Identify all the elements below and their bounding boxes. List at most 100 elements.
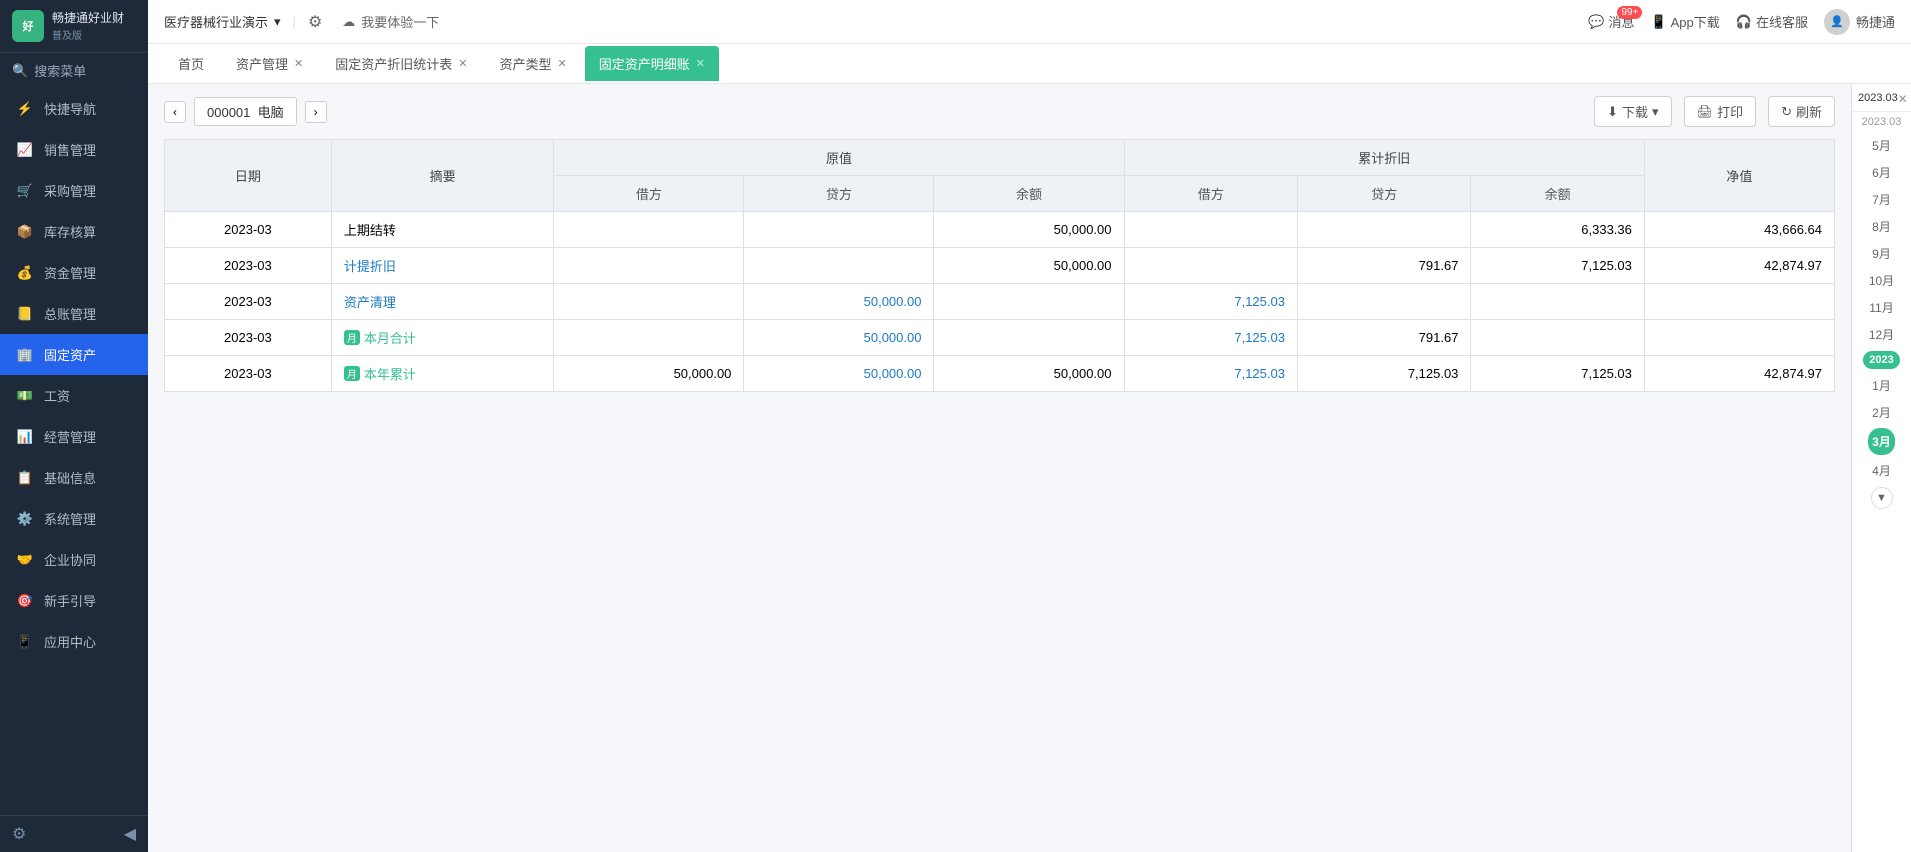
cell-orig-balance: 50,000.00: [934, 212, 1124, 248]
sidebar-item-ledger[interactable]: 📒 总账管理: [0, 293, 148, 334]
timeline-month-3-active[interactable]: 3月: [1868, 428, 1895, 455]
service-icon: 🎧: [1736, 14, 1752, 30]
cell-net-value: 42,874.97: [1644, 356, 1834, 392]
cell-orig-debit: 50,000.00: [554, 356, 744, 392]
collapse-icon[interactable]: ◀: [124, 824, 136, 844]
fixed-assets-icon: 🏢: [16, 346, 34, 364]
cell-net-value: [1644, 320, 1834, 356]
timeline-month-6[interactable]: 6月: [1852, 159, 1911, 186]
tab-close-asset-type[interactable]: ✕: [558, 57, 567, 70]
sidebar-item-basic-info[interactable]: 📋 基础信息: [0, 457, 148, 498]
tab-close-depreciation-stats[interactable]: ✕: [458, 57, 467, 70]
user-profile[interactable]: 👤 畅捷通: [1824, 9, 1895, 35]
timeline-month-7[interactable]: 7月: [1852, 186, 1911, 213]
sidebar-item-app-center[interactable]: 📱 应用中心: [0, 621, 148, 662]
timeline-panel: 2023.03 ✕ ⤢ 2023.03 5月 6月 7月 8月 9月 10月 1…: [1851, 84, 1911, 852]
year-2023-header: 2023.03: [1862, 112, 1902, 132]
sidebar: 好 畅捷通好业财 普及版 🔍 搜索菜单 ⚡ 快捷导航 📈 销售管理 🛒 采购管理…: [0, 0, 148, 852]
app-download-btn[interactable]: 📱 App下载: [1650, 12, 1719, 31]
timeline-month-8[interactable]: 8月: [1852, 213, 1911, 240]
timeline-month-10[interactable]: 10月: [1852, 267, 1911, 294]
refresh-icon: ↻: [1781, 104, 1792, 120]
quick-nav-icon: ⚡: [16, 100, 34, 118]
sidebar-item-cooperation[interactable]: 🤝 企业协同: [0, 539, 148, 580]
timeline-scroll-down[interactable]: ▼: [1871, 487, 1893, 509]
tab-home[interactable]: 首页: [164, 46, 218, 81]
asset-prev-btn[interactable]: ‹: [164, 101, 186, 123]
cell-orig-credit: 50,000.00: [744, 356, 934, 392]
print-btn[interactable]: 🖨 打印: [1684, 96, 1757, 127]
cell-accum-credit: 7,125.03: [1297, 356, 1470, 392]
table-row: 2023-03 计提折旧 50,000.00 791.67 7,125.03 4…: [165, 248, 1835, 284]
cell-summary: 月本年累计: [331, 356, 554, 392]
cooperation-icon: 🤝: [16, 551, 34, 569]
cell-summary: 资产清理: [331, 284, 554, 320]
experience-btn[interactable]: ☁ 我要体验一下: [342, 12, 439, 31]
download-btn[interactable]: ⬇ 下载 ▾: [1594, 96, 1671, 127]
company-name: 医疗器械行业演示: [164, 12, 268, 31]
cell-accum-credit: [1297, 284, 1470, 320]
cell-date: 2023-03: [165, 212, 332, 248]
col-summary: 摘要: [331, 140, 554, 212]
message-badge[interactable]: 💬 消息 99+: [1588, 12, 1634, 31]
topbar: 医疗器械行业演示 ▾ | ⚙ ☁ 我要体验一下 💬 消息 99+ 📱 App下载…: [148, 0, 1911, 44]
cell-accum-balance: 6,333.36: [1471, 212, 1644, 248]
sidebar-item-guide[interactable]: 🎯 新手引导: [0, 580, 148, 621]
col-orig-balance: 余额: [934, 176, 1124, 212]
customer-service-btn[interactable]: 🎧 在线客服: [1736, 12, 1808, 31]
print-icon: 🖨: [1697, 104, 1714, 120]
timeline-header: 2023.03: [1858, 92, 1898, 107]
timeline-month-11[interactable]: 11月: [1852, 294, 1911, 321]
tab-close-asset-mgmt[interactable]: ✕: [294, 57, 303, 70]
tab-asset-detail[interactable]: 固定资产明细账 ✕: [585, 46, 719, 81]
sidebar-item-payroll[interactable]: 💵 工资: [0, 375, 148, 416]
year-2023-label[interactable]: 2023: [1863, 351, 1899, 369]
cell-accum-balance: [1471, 284, 1644, 320]
timeline-month-4[interactable]: 4月: [1852, 457, 1911, 484]
tab-asset-mgmt[interactable]: 资产管理 ✕: [222, 46, 317, 81]
sidebar-item-inventory[interactable]: 📦 库存核算: [0, 211, 148, 252]
search-menu[interactable]: 🔍 搜索菜单: [0, 53, 148, 88]
sidebar-item-operations[interactable]: 📊 经营管理: [0, 416, 148, 457]
timeline-close-icon[interactable]: ✕: [1898, 92, 1908, 107]
tab-close-asset-detail[interactable]: ✕: [696, 57, 705, 70]
table-row: 2023-03 资产清理 50,000.00 7,125.03: [165, 284, 1835, 320]
timeline-month-1[interactable]: 1月: [1852, 372, 1911, 399]
company-selector[interactable]: 医疗器械行业演示 ▾: [164, 12, 281, 31]
cell-accum-debit: 7,125.03: [1124, 320, 1297, 356]
sidebar-item-system[interactable]: ⚙️ 系统管理: [0, 498, 148, 539]
timeline-month-9[interactable]: 9月: [1852, 240, 1911, 267]
asset-next-btn[interactable]: ›: [305, 101, 327, 123]
payroll-icon: 💵: [16, 387, 34, 405]
settings-icon[interactable]: ⚙: [12, 824, 26, 844]
tab-asset-type[interactable]: 资产类型 ✕: [485, 46, 580, 81]
sidebar-item-quick-nav[interactable]: ⚡ 快捷导航: [0, 88, 148, 129]
download-icon: ⬇: [1607, 104, 1618, 120]
tab-depreciation-stats[interactable]: 固定资产折旧统计表 ✕: [321, 46, 481, 81]
username: 畅捷通: [1856, 12, 1895, 31]
cell-orig-credit: [744, 248, 934, 284]
table-row: 2023-03 月本月合计 50,000.00 7,125.03 791.67: [165, 320, 1835, 356]
timeline-month-5[interactable]: 5月: [1852, 132, 1911, 159]
dropdown-arrow: ▾: [1652, 104, 1659, 120]
settings-gear-icon[interactable]: ⚙: [308, 12, 322, 32]
timeline-month-2[interactable]: 2月: [1852, 399, 1911, 426]
sidebar-item-fixed-assets[interactable]: 🏢 固定资产: [0, 334, 148, 375]
sidebar-item-capital[interactable]: 💰 资金管理: [0, 252, 148, 293]
basic-info-icon: 📋: [16, 469, 34, 487]
sidebar-item-purchase[interactable]: 🛒 采购管理: [0, 170, 148, 211]
sidebar-item-sales[interactable]: 📈 销售管理: [0, 129, 148, 170]
logo-icon: 好: [12, 10, 44, 42]
timeline-month-12[interactable]: 12月: [1852, 321, 1911, 348]
cell-orig-balance: [934, 284, 1124, 320]
asset-navigation: ‹ 000001 电脑 › ⬇ 下载 ▾ 🖨 打印: [164, 96, 1835, 127]
content-area: ‹ 000001 电脑 › ⬇ 下载 ▾ 🖨 打印: [148, 84, 1911, 852]
cell-accum-credit: 791.67: [1297, 248, 1470, 284]
table-row: 2023-03 上期结转 50,000.00 6,333.36 43,666.6…: [165, 212, 1835, 248]
sidebar-nav: ⚡ 快捷导航 📈 销售管理 🛒 采购管理 📦 库存核算 💰 资金管理 📒 总账管…: [0, 88, 148, 815]
cell-date: 2023-03: [165, 356, 332, 392]
cell-orig-credit: 50,000.00: [744, 284, 934, 320]
cell-orig-balance: 50,000.00: [934, 356, 1124, 392]
refresh-btn[interactable]: ↻ 刷新: [1768, 96, 1835, 127]
col-orig-value: 原值: [554, 140, 1124, 176]
